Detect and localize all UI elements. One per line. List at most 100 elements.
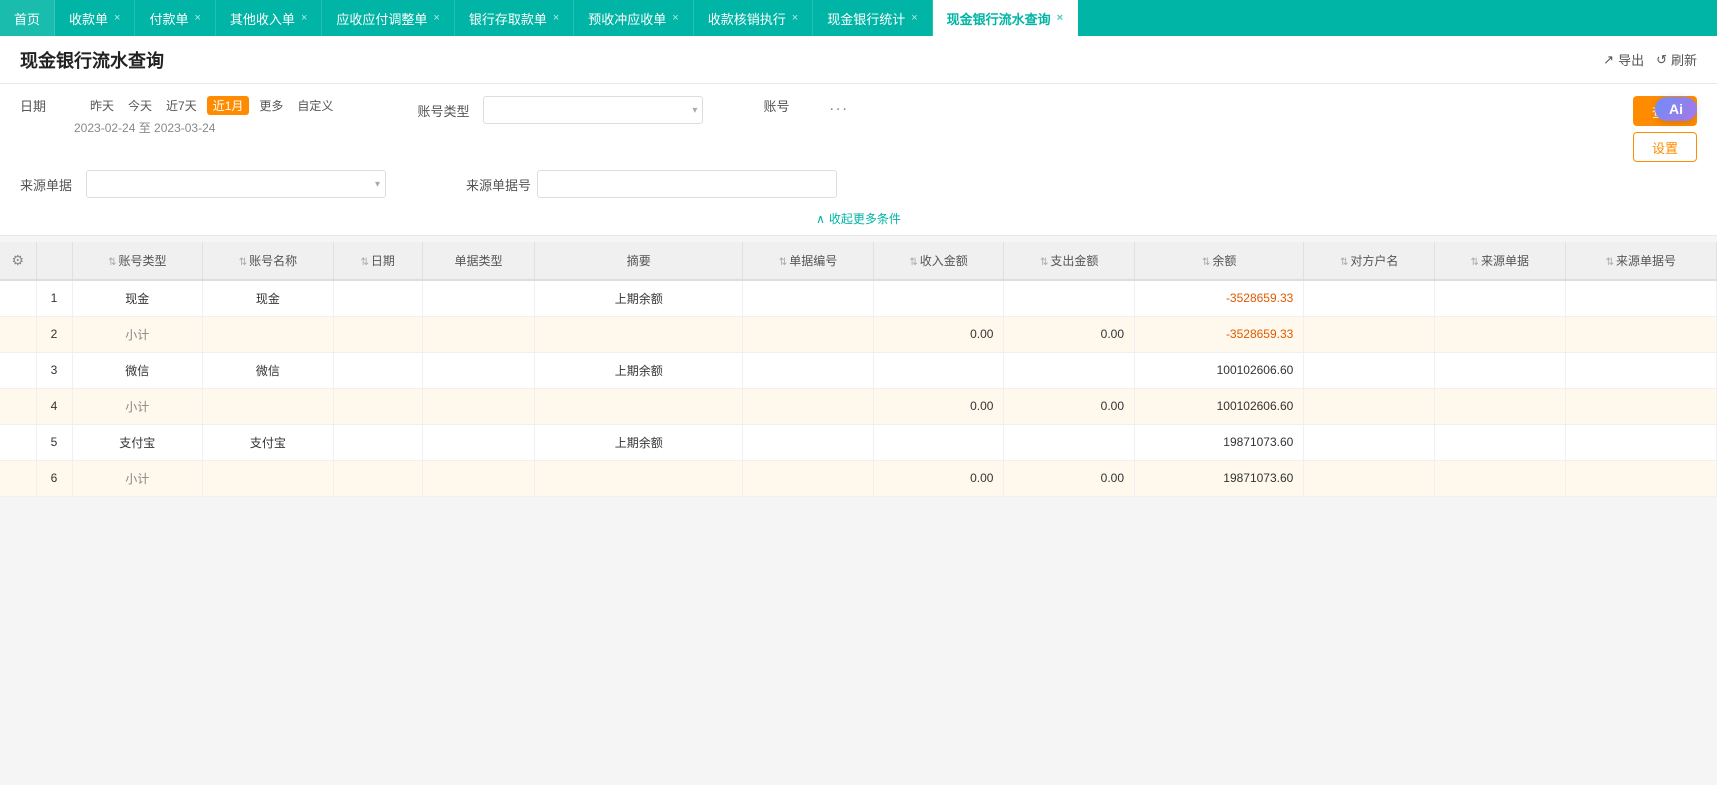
close-icon[interactable]: × — [114, 12, 120, 24]
close-icon[interactable]: × — [792, 12, 798, 24]
sort-arrows-icon: ⇅ — [1471, 257, 1479, 268]
row-account-name: 支付宝 — [203, 424, 334, 460]
row-index: 2 — [36, 316, 72, 352]
source-doc-select[interactable] — [86, 170, 386, 198]
sort-arrows-icon: ⇅ — [361, 257, 369, 268]
row-account-type: 现金 — [72, 280, 203, 316]
row-income — [873, 352, 1004, 388]
th-settings[interactable]: ⚙ — [0, 242, 36, 280]
th-date[interactable]: ⇅日期 — [333, 242, 422, 280]
header-actions: ↗ 导出 ↺ 刷新 — [1603, 50, 1697, 69]
row-source-doc-no — [1565, 424, 1716, 460]
row-source-doc — [1434, 280, 1565, 316]
settings-button[interactable]: 设置 — [1633, 132, 1697, 162]
row-source-doc-no — [1565, 388, 1716, 424]
row-index: 5 — [36, 424, 72, 460]
close-icon[interactable]: × — [194, 12, 200, 24]
row-account-name — [203, 316, 334, 352]
row-source-doc — [1434, 316, 1565, 352]
nav-receipt[interactable]: 收款单 × — [55, 0, 135, 36]
row-balance: -3528659.33 — [1135, 280, 1304, 316]
row-counterparty — [1304, 424, 1435, 460]
row-doc-type — [422, 460, 535, 496]
close-icon[interactable]: × — [433, 12, 439, 24]
th-account-type[interactable]: ⇅账号类型 — [72, 242, 203, 280]
row-doc-no — [743, 280, 874, 316]
row-date — [333, 316, 422, 352]
row-doc-no — [743, 388, 874, 424]
th-counterparty[interactable]: ⇅对方户名 — [1304, 242, 1435, 280]
ai-button[interactable]: Ai — [1655, 97, 1697, 121]
row-account-name: 微信 — [203, 352, 334, 388]
row-source-doc-no — [1565, 316, 1716, 352]
row-settings-cell — [0, 316, 36, 352]
nav-adjustment[interactable]: 应收应付调整单 × — [322, 0, 454, 36]
nav-cash-stats[interactable]: 现金银行统计 × — [813, 0, 932, 36]
th-balance[interactable]: ⇅余额 — [1135, 242, 1304, 280]
th-doc-type: 单据类型 — [422, 242, 535, 280]
table-row: 1现金现金上期余额-3528659.33 — [0, 280, 1717, 316]
row-summary — [535, 316, 743, 352]
refresh-button[interactable]: ↺ 刷新 — [1656, 50, 1697, 69]
row-index: 3 — [36, 352, 72, 388]
close-icon[interactable]: × — [911, 12, 917, 24]
date-more[interactable]: 更多 — [255, 96, 287, 115]
row-source-doc — [1434, 460, 1565, 496]
row-summary — [535, 460, 743, 496]
table-row: 2小计0.000.00-3528659.33 — [0, 316, 1717, 352]
th-source-doc[interactable]: ⇅来源单据 — [1434, 242, 1565, 280]
row-index: 1 — [36, 280, 72, 316]
gear-icon[interactable]: ⚙ — [11, 252, 24, 268]
account-type-select[interactable] — [483, 96, 703, 124]
row-counterparty — [1304, 316, 1435, 352]
th-expense[interactable]: ⇅支出金额 — [1004, 242, 1135, 280]
row-settings-cell — [0, 388, 36, 424]
row-doc-type — [422, 280, 535, 316]
row-source-doc — [1434, 388, 1565, 424]
row-counterparty — [1304, 388, 1435, 424]
date-1month[interactable]: 近1月 — [207, 96, 250, 115]
row-source-doc — [1434, 352, 1565, 388]
date-range: 2023-02-24 至 2023-03-24 — [74, 121, 215, 135]
th-doc-no[interactable]: ⇅单据编号 — [743, 242, 874, 280]
row-expense — [1004, 352, 1135, 388]
page-title: 现金银行流水查询 — [20, 47, 164, 73]
table-row: 4小计0.000.00100102606.60 — [0, 388, 1717, 424]
row-doc-type — [422, 388, 535, 424]
nav-advance-offset[interactable]: 预收冲应收单 × — [574, 0, 693, 36]
date-7days[interactable]: 近7天 — [162, 96, 201, 115]
collapse-bar[interactable]: ∧ 收起更多条件 — [20, 206, 1697, 235]
row-settings-cell — [0, 424, 36, 460]
date-custom[interactable]: 自定义 — [293, 96, 337, 115]
close-icon[interactable]: × — [553, 12, 559, 24]
date-yesterday[interactable]: 昨天 — [86, 96, 118, 115]
source-doc-select-wrapper: ▾ — [86, 170, 386, 198]
export-button[interactable]: ↗ 导出 — [1603, 50, 1644, 69]
sort-arrows-icon: ⇅ — [909, 257, 917, 268]
close-icon[interactable]: × — [672, 12, 678, 24]
close-icon[interactable]: × — [301, 12, 307, 24]
account-dots-button[interactable]: ... — [829, 97, 848, 115]
row-summary: 上期余额 — [535, 280, 743, 316]
nav-home[interactable]: 首页 — [0, 0, 55, 36]
row-account-name — [203, 388, 334, 424]
th-source-doc-no[interactable]: ⇅来源单据号 — [1565, 242, 1716, 280]
nav-bank-deposit[interactable]: 银行存取款单 × — [455, 0, 574, 36]
nav-cash-flow-query[interactable]: 现金银行流水查询 × — [933, 0, 1078, 36]
close-icon[interactable]: × — [1057, 12, 1063, 24]
th-income[interactable]: ⇅收入金额 — [873, 242, 1004, 280]
table-row: 5支付宝支付宝上期余额19871073.60 — [0, 424, 1717, 460]
sort-arrows-icon: ⇅ — [779, 257, 787, 268]
th-account-name[interactable]: ⇅账号名称 — [203, 242, 334, 280]
row-balance: 100102606.60 — [1135, 352, 1304, 388]
row-doc-no — [743, 352, 874, 388]
nav-other-income[interactable]: 其他收入单 × — [216, 0, 322, 36]
source-doc-num-input[interactable] — [537, 170, 837, 198]
row-doc-type — [422, 352, 535, 388]
date-today[interactable]: 今天 — [124, 96, 156, 115]
nav-collection-exec[interactable]: 收款核销执行 × — [694, 0, 813, 36]
date-shortcuts: 昨天 今天 近7天 近1月 更多 自定义 — [86, 96, 337, 115]
nav-payment[interactable]: 付款单 × — [135, 0, 215, 36]
row-summary — [535, 388, 743, 424]
row-summary: 上期余额 — [535, 352, 743, 388]
